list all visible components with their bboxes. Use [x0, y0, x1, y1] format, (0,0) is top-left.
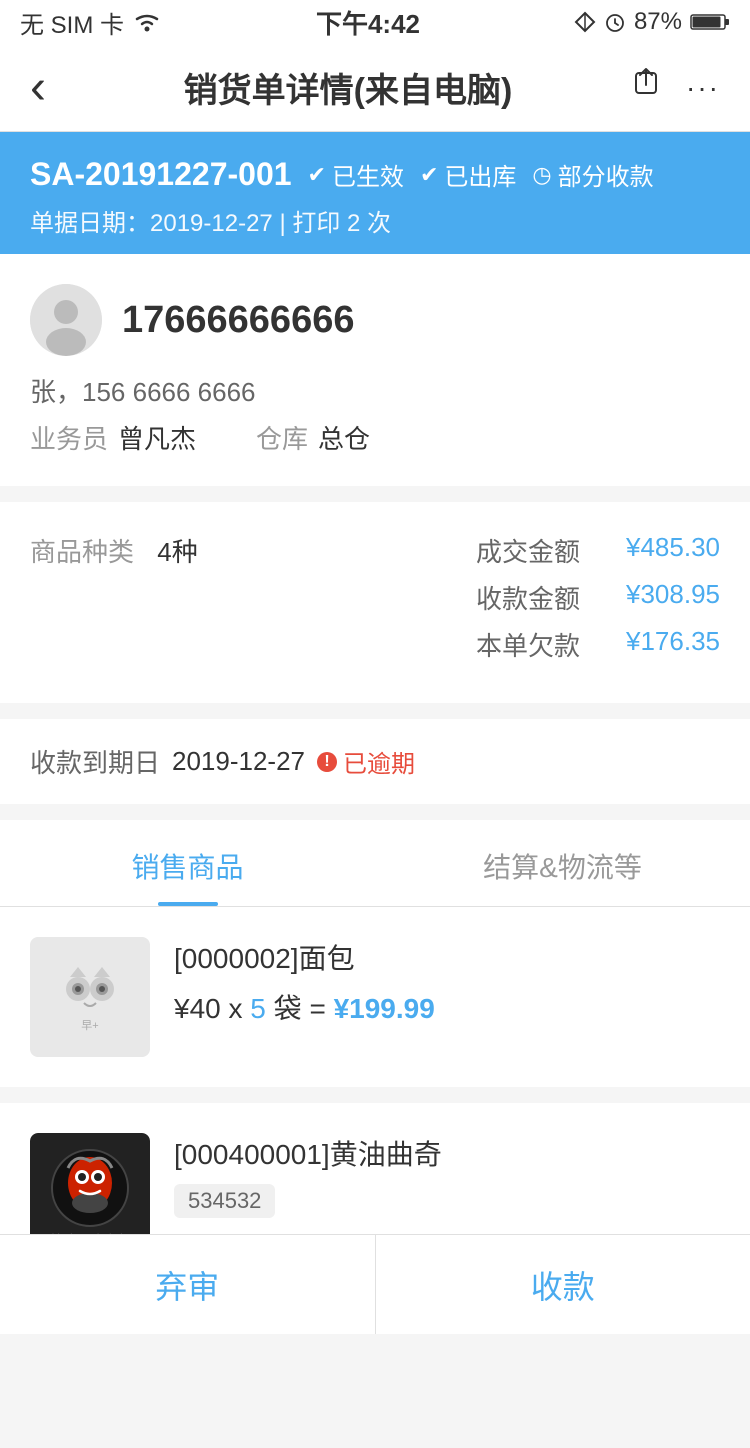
sim-label: 无 SIM 卡 [20, 5, 124, 40]
nav-actions: ··· [630, 67, 720, 108]
badge-partial: 部分收款 [532, 157, 653, 192]
status-time: 下午4:42 [316, 4, 420, 41]
warehouse-label: 仓库 [256, 419, 308, 456]
overdue-label: 收款到期日 [30, 743, 160, 780]
status-bar: 无 SIM 卡 下午4:42 87% [0, 0, 750, 44]
status-right: 87% [574, 8, 730, 36]
product-sku-2: 534532 [174, 1184, 275, 1218]
product-list: 早+ [0000002]面包 ¥40 x 5 袋 = ¥199.99 [0, 907, 750, 1448]
deal-value: ¥485.30 [600, 532, 720, 569]
warehouse-value: 总仓 [318, 419, 370, 456]
warehouse-meta: 仓库 总仓 [256, 419, 370, 456]
product-type-value: 4种 [157, 537, 197, 567]
product-price-row-1: ¥40 x 5 袋 = ¥199.99 [174, 987, 720, 1027]
overdue-badge: ! 已逾期 [317, 744, 415, 779]
cancel-button[interactable]: 弃审 [0, 1235, 376, 1334]
collected-row: 收款金额 ¥308.95 [476, 579, 720, 616]
product-total-1: ¥199.99 [334, 993, 435, 1024]
page-title: 销货单详情(来自电脑) [66, 63, 630, 112]
alarm-icon [604, 11, 626, 33]
debt-label: 本单欠款 [476, 626, 580, 663]
check-icon-1 [308, 161, 326, 189]
overdue-row: 收款到期日 2019-12-27 ! 已逾期 [0, 719, 750, 804]
tab-products[interactable]: 销售商品 [0, 820, 375, 906]
product-type-label: 商品种类 [30, 537, 134, 567]
header-date: 单据日期：2019-12-27 | 打印 2 次 [30, 203, 720, 238]
order-id: SA-20191227-001 [30, 156, 292, 193]
check-icon-2 [420, 161, 438, 189]
customer-meta: 业务员 曾凡杰 仓库 总仓 [30, 419, 720, 456]
salesperson-meta: 业务员 曾凡杰 [30, 419, 196, 456]
debt-row: 本单欠款 ¥176.35 [476, 626, 720, 663]
badge-outbound: 已出库 [420, 157, 516, 192]
product-image-1: 早+ [40, 947, 140, 1047]
product-name-2: [000400001]黄油曲奇 [174, 1133, 720, 1173]
overdue-date: 2019-12-27 [172, 746, 305, 777]
customer-top: 17666666666 [30, 284, 720, 356]
back-button[interactable]: ‹ [30, 60, 66, 115]
badge-active: 已生效 [308, 157, 404, 192]
overdue-dot-icon: ! [317, 752, 337, 772]
customer-phone: 17666666666 [122, 299, 354, 342]
header-banner: SA-20191227-001 已生效 已出库 部分收款 单据日期：2019-1… [0, 132, 750, 254]
product-thumb-1: 早+ [30, 937, 150, 1057]
status-left: 无 SIM 卡 [20, 5, 162, 40]
deal-label: 成交金额 [476, 532, 580, 569]
location-icon [574, 11, 596, 33]
product-info-1: [0000002]面包 ¥40 x 5 袋 = ¥199.99 [174, 937, 720, 1027]
list-item: 早+ [0000002]面包 ¥40 x 5 袋 = ¥199.99 [0, 907, 750, 1087]
bottom-spacer [0, 1328, 750, 1448]
product-type-item: 商品种类 4种 [30, 532, 198, 569]
collected-label: 收款金额 [476, 579, 580, 616]
bottom-bar: 弃审 收款 [0, 1234, 750, 1334]
salesperson-label: 业务员 [30, 419, 108, 456]
product-qty-1: 5 [250, 993, 266, 1024]
tabs-container: 销售商品 结算&物流等 [0, 820, 750, 907]
tab-settlement[interactable]: 结算&物流等 [375, 820, 750, 906]
collected-value: ¥308.95 [600, 579, 720, 616]
salesperson-value: 曾凡杰 [118, 419, 196, 456]
svg-text:早+: 早+ [81, 1019, 98, 1032]
overdue-badge-text: 已逾期 [343, 744, 415, 779]
order-id-row: SA-20191227-001 已生效 已出库 部分收款 [30, 156, 720, 193]
product-name-1: [0000002]面包 [174, 937, 720, 977]
debt-value: ¥176.35 [600, 626, 720, 663]
summary-left: 商品种类 4种 [30, 532, 198, 575]
deal-row: 成交金额 ¥485.30 [476, 532, 720, 569]
battery-label: 87% [634, 8, 682, 36]
customer-card: 17666666666 张，156 6666 6666 业务员 曾凡杰 仓库 总… [0, 254, 750, 486]
clock-icon [532, 161, 551, 189]
confirm-button[interactable]: 收款 [376, 1235, 750, 1334]
share-icon[interactable] [630, 67, 662, 108]
battery-icon [690, 12, 730, 32]
summary-card: 商品种类 4种 成交金额 ¥485.30 收款金额 ¥308.95 本单欠款 ¥… [0, 502, 750, 703]
more-icon[interactable]: ··· [686, 72, 720, 104]
avatar [30, 284, 102, 356]
summary-right: 成交金额 ¥485.30 收款金额 ¥308.95 本单欠款 ¥176.35 [476, 532, 720, 673]
divider [0, 804, 750, 820]
nav-bar: ‹ 销货单详情(来自电脑) ··· [0, 44, 750, 132]
customer-name: 张，156 6666 6666 [30, 372, 720, 409]
wifi-icon [132, 11, 162, 33]
